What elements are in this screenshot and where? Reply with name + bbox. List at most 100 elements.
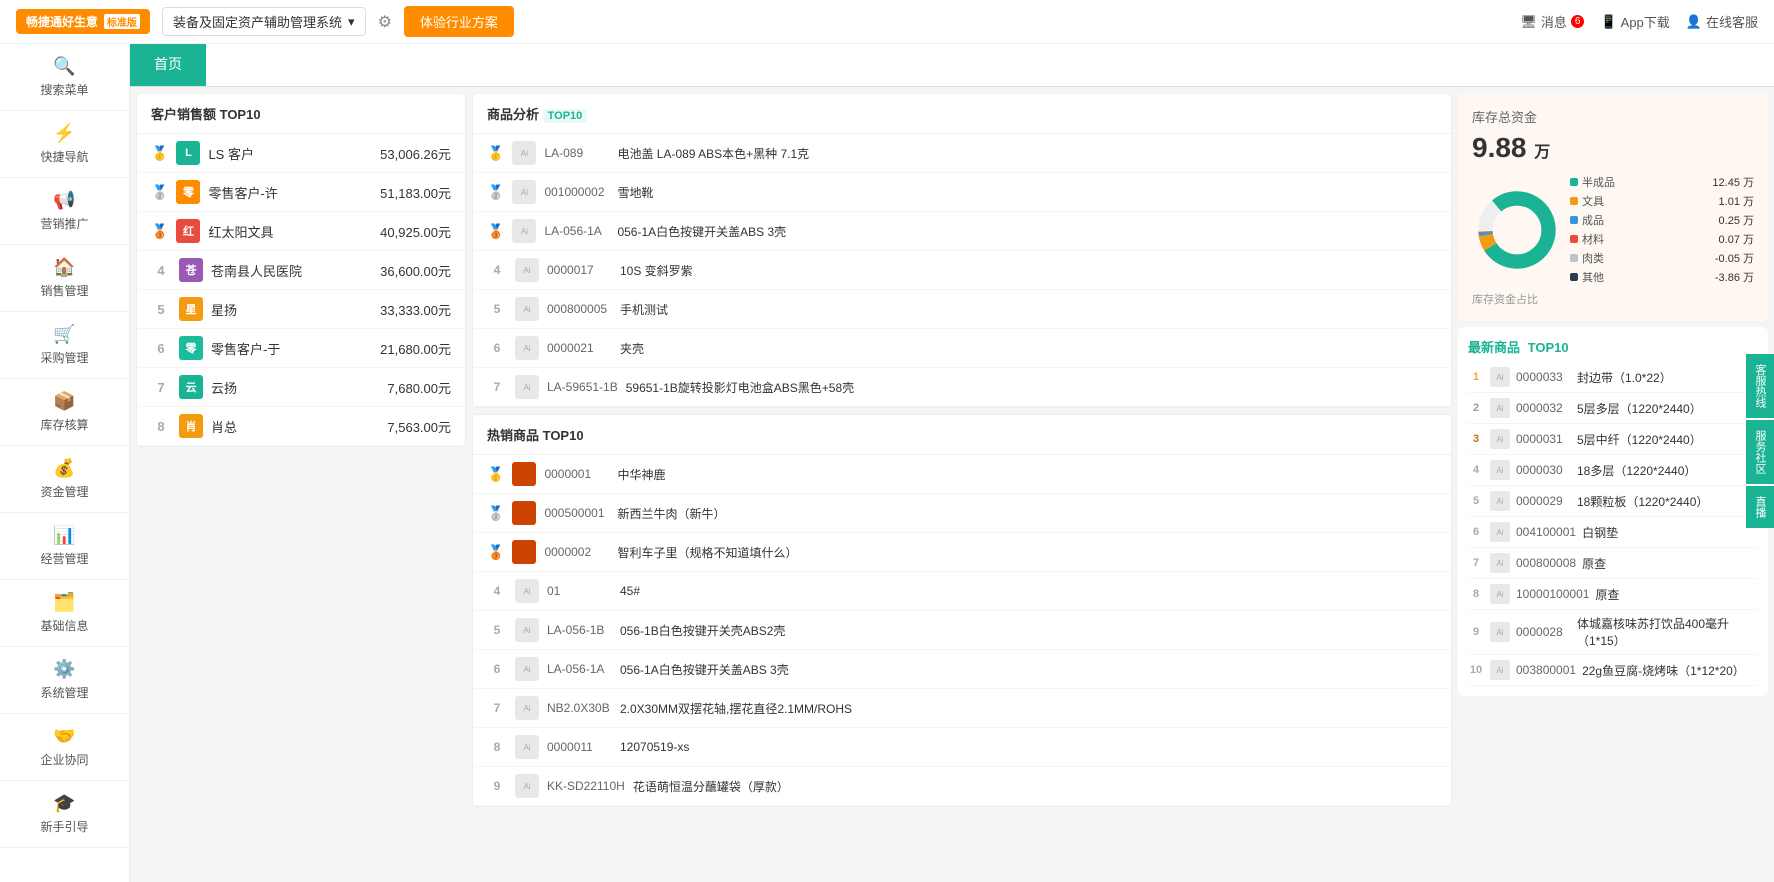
nav-tabs: 首页 bbox=[130, 44, 1774, 87]
rank-item: 🥉 红 红太阳文具 40,925.00元 bbox=[137, 212, 465, 251]
sidebar-label-finance: 资金管理 bbox=[40, 483, 88, 500]
inventory-unit: 万 bbox=[1534, 144, 1550, 161]
legend-label: 其他 bbox=[1582, 269, 1700, 285]
legend-item: 成品 0.25 万 bbox=[1570, 212, 1754, 228]
product-code: LA-089 bbox=[544, 146, 609, 160]
sidebar-item-search[interactable]: 🔍 搜索菜单 bbox=[0, 44, 129, 111]
latest-product-code: 0000033 bbox=[1516, 370, 1571, 384]
inventory-legend: 半成品 12.45 万 文具 1.01 万 成品 0.25 万 材料 0.07 … bbox=[1570, 174, 1754, 285]
latest-product-name: 封边带（1.0*22） bbox=[1577, 369, 1758, 386]
product-name: 12070519-xs bbox=[620, 740, 1437, 754]
latest-product-code: 004100001 bbox=[1516, 525, 1576, 539]
trial-button[interactable]: 体验行业方案 bbox=[404, 6, 514, 37]
latest-product-name: 18多层（1220*2440） bbox=[1577, 462, 1758, 479]
service-btn[interactable]: 👤 在线客服 bbox=[1686, 12, 1758, 31]
sidebar-item-system[interactable]: ⚙️ 系统管理 bbox=[0, 647, 129, 714]
sidebar-item-quicknav[interactable]: ⚡ 快捷导航 bbox=[0, 111, 129, 178]
sidebar-item-finance[interactable]: 💰 资金管理 bbox=[0, 446, 129, 513]
system-selector[interactable]: 装备及固定资产辅助管理系统 ▾ bbox=[162, 7, 366, 36]
product-analysis-title: 商品分析 TOP10 bbox=[487, 104, 587, 123]
sidebar-item-operation[interactable]: 📊 经营管理 bbox=[0, 513, 129, 580]
system-icon: ⚙️ bbox=[53, 659, 75, 680]
product-img: Ai bbox=[515, 774, 539, 798]
product-code: 0000021 bbox=[547, 341, 612, 355]
hot-products-panel: 热销商品 TOP10 🥇 0000001 中华神鹿 🥈 000500001 新西… bbox=[472, 414, 1452, 807]
sales-ranking-title: 客户销售额 TOP10 bbox=[151, 104, 261, 123]
message-btn[interactable]: 🖥 消息 6 bbox=[1520, 12, 1584, 31]
product-img: Ai bbox=[515, 657, 539, 681]
product-item: 5 Ai 000800005 手机测试 bbox=[473, 290, 1451, 329]
latest-product-name: 5层中纤（1220*2440） bbox=[1577, 431, 1758, 448]
latest-product-item: 3 Ai 0000031 5层中纤（1220*2440） bbox=[1468, 424, 1758, 455]
product-name: 电池盖 LA-089 ABS本色+黑种 7.1克 bbox=[617, 145, 1437, 162]
rank-amount: 7,563.00元 bbox=[387, 417, 451, 436]
product-img: Ai bbox=[515, 375, 539, 399]
product-analysis-header: 商品分析 TOP10 bbox=[473, 94, 1451, 134]
top-bar: 畅捷通好生意 标准版 装备及固定资产辅助管理系统 ▾ ⚙ 体验行业方案 🖥 消息… bbox=[0, 0, 1774, 44]
product-name: 雪地靴 bbox=[617, 184, 1437, 201]
latest-product-code: 000800008 bbox=[1516, 556, 1576, 570]
rank-avatar: 零 bbox=[176, 180, 200, 204]
rank-name: 零售客户-于 bbox=[211, 339, 372, 358]
product-code: 01 bbox=[547, 584, 612, 598]
float-btn-live[interactable]: 直播 bbox=[1746, 486, 1774, 528]
float-btn-service[interactable]: 客服热线 bbox=[1746, 354, 1774, 418]
product-code: LA-056-1A bbox=[547, 662, 612, 676]
rank-number: 6 bbox=[151, 341, 171, 356]
tab-home[interactable]: 首页 bbox=[130, 44, 206, 86]
hot-product-item: 6 Ai LA-056-1A 056-1A白色按键开关盖ABS 3壳 bbox=[473, 650, 1451, 689]
app-download-btn[interactable]: 📱 App下载 bbox=[1600, 12, 1669, 31]
product-img: Ai bbox=[515, 696, 539, 720]
rank-number: 8 bbox=[487, 740, 507, 754]
donut-chart bbox=[1472, 185, 1562, 275]
latest-product-icon: Ai bbox=[1490, 398, 1510, 418]
latest-product-code: 003800001 bbox=[1516, 663, 1576, 677]
rank-avatar: 红 bbox=[176, 219, 200, 243]
hot-products-list: 🥇 0000001 中华神鹿 🥈 000500001 新西兰牛肉（新牛） 🥉 0… bbox=[473, 455, 1451, 806]
product-item: 🥉 Ai LA-056-1A 056-1A白色按键开关盖ABS 3壳 bbox=[473, 212, 1451, 251]
sidebar-label-sales: 销售管理 bbox=[40, 282, 88, 299]
legend-value: 1.01 万 bbox=[1704, 193, 1754, 209]
inventory-footer: 库存资金占比 bbox=[1472, 291, 1754, 307]
float-btn-community[interactable]: 服务社区 bbox=[1746, 420, 1774, 484]
latest-rank-num: 8 bbox=[1468, 588, 1484, 600]
legend-value: -3.86 万 bbox=[1704, 269, 1754, 285]
product-item: 4 Ai 0000017 10S 变斜罗紫 bbox=[473, 251, 1451, 290]
sidebar-label-purchase: 采购管理 bbox=[40, 349, 88, 366]
sidebar-item-inventory[interactable]: 📦 库存核算 bbox=[0, 379, 129, 446]
chevron-down-icon: ▾ bbox=[348, 14, 355, 30]
hot-products-header: 热销商品 TOP10 bbox=[473, 415, 1451, 455]
rank-avatar: L bbox=[176, 141, 200, 165]
latest-rank-num: 6 bbox=[1468, 526, 1484, 538]
purchase-icon: 🛒 bbox=[53, 324, 75, 345]
sidebar-label-system: 系统管理 bbox=[40, 684, 88, 701]
sidebar-label-basic: 基础信息 bbox=[40, 617, 88, 634]
sidebar-item-guide[interactable]: 🎓 新手引导 bbox=[0, 781, 129, 848]
latest-product-item: 8 Ai 10000100001 原查 bbox=[1468, 579, 1758, 610]
latest-product-code: 0000032 bbox=[1516, 401, 1571, 415]
legend-value: 0.25 万 bbox=[1704, 212, 1754, 228]
latest-product-name: 原查 bbox=[1595, 586, 1758, 603]
product-code: 0000017 bbox=[547, 263, 612, 277]
sidebar-label-marketing: 营销推广 bbox=[40, 215, 88, 232]
rank-number: 6 bbox=[487, 662, 507, 676]
gear-icon[interactable]: ⚙ bbox=[378, 12, 392, 32]
product-img: Ai bbox=[515, 579, 539, 603]
sidebar-item-sales[interactable]: 🏠 销售管理 bbox=[0, 245, 129, 312]
product-img bbox=[512, 462, 536, 486]
rank-number: 5 bbox=[487, 302, 507, 316]
latest-product-icon: Ai bbox=[1490, 367, 1510, 387]
legend-label: 肉类 bbox=[1582, 250, 1700, 266]
collab-icon: 🤝 bbox=[53, 726, 75, 747]
sidebar-item-marketing[interactable]: 📢 营销推广 bbox=[0, 178, 129, 245]
latest-product-item: 2 Ai 0000032 5层多层（1220*2440） bbox=[1468, 393, 1758, 424]
latest-product-name: 5层多层（1220*2440） bbox=[1577, 400, 1758, 417]
legend-dot bbox=[1570, 235, 1578, 243]
sidebar-item-collab[interactable]: 🤝 企业协同 bbox=[0, 714, 129, 781]
product-img: Ai bbox=[515, 618, 539, 642]
sidebar-item-purchase[interactable]: 🛒 采购管理 bbox=[0, 312, 129, 379]
latest-product-item: 7 Ai 000800008 原查 bbox=[1468, 548, 1758, 579]
sidebar-item-basic[interactable]: 🗂️ 基础信息 bbox=[0, 580, 129, 647]
legend-dot bbox=[1570, 216, 1578, 224]
sales-ranking-header: 客户销售额 TOP10 bbox=[137, 94, 465, 134]
